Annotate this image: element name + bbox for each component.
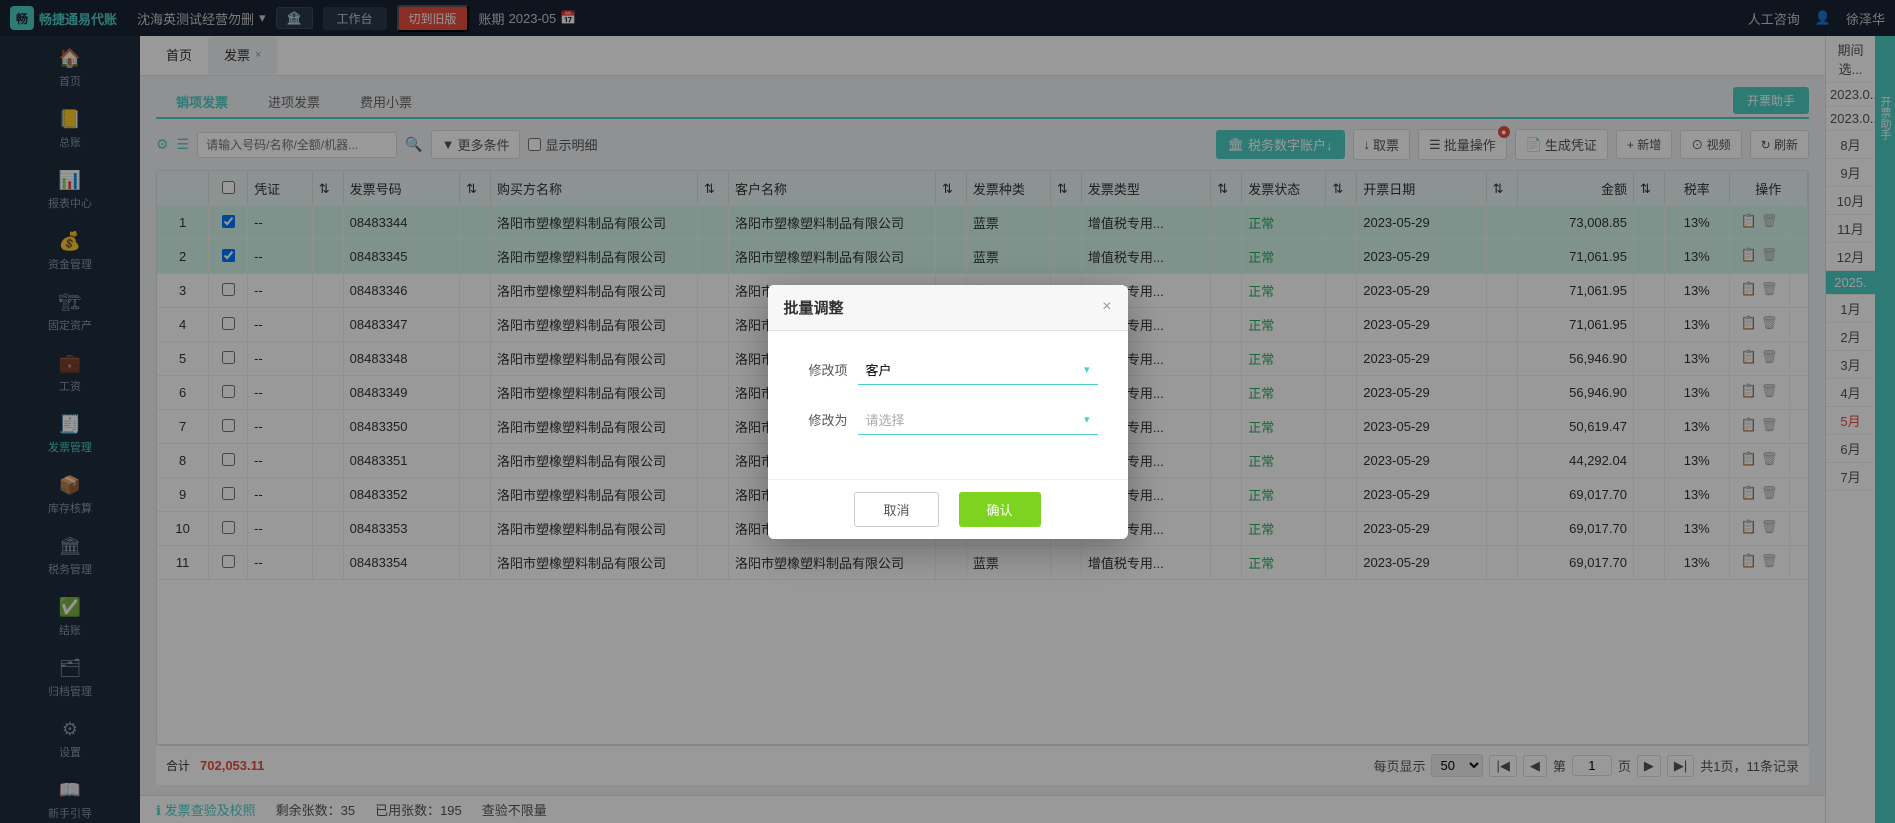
modify-field-label: 修改项 — [798, 360, 848, 379]
modal-title: 批量调整 — [784, 297, 844, 318]
modify-to-select[interactable]: 请选择 ▾ — [858, 405, 1098, 435]
modal-row-field: 修改项 客户 ▾ — [798, 355, 1098, 385]
modify-field-select[interactable]: 客户 ▾ — [858, 355, 1098, 385]
modify-to-label: 修改为 — [798, 410, 848, 429]
modal-confirm-btn[interactable]: 确认 — [959, 492, 1041, 527]
chevron-down-icon: ▾ — [1084, 363, 1090, 376]
modal-cancel-btn[interactable]: 取消 — [854, 492, 938, 527]
modal-footer: 取消 确认 — [768, 479, 1128, 539]
chevron-down-icon2: ▾ — [1084, 413, 1090, 426]
modify-field-value: 客户 — [866, 360, 892, 379]
modal-body: 修改项 客户 ▾ 修改为 请选择 ▾ — [768, 331, 1128, 479]
modify-to-placeholder: 请选择 — [866, 410, 905, 429]
modal-row-value: 修改为 请选择 ▾ — [798, 405, 1098, 435]
batch-adjust-modal: 批量调整 × 修改项 客户 ▾ 修改为 请选择 ▾ 取消 确认 — [768, 285, 1128, 539]
modal-header: 批量调整 × — [768, 285, 1128, 331]
modal-overlay[interactable]: 批量调整 × 修改项 客户 ▾ 修改为 请选择 ▾ 取消 确认 — [0, 0, 1895, 823]
modal-close-btn[interactable]: × — [1102, 298, 1111, 316]
